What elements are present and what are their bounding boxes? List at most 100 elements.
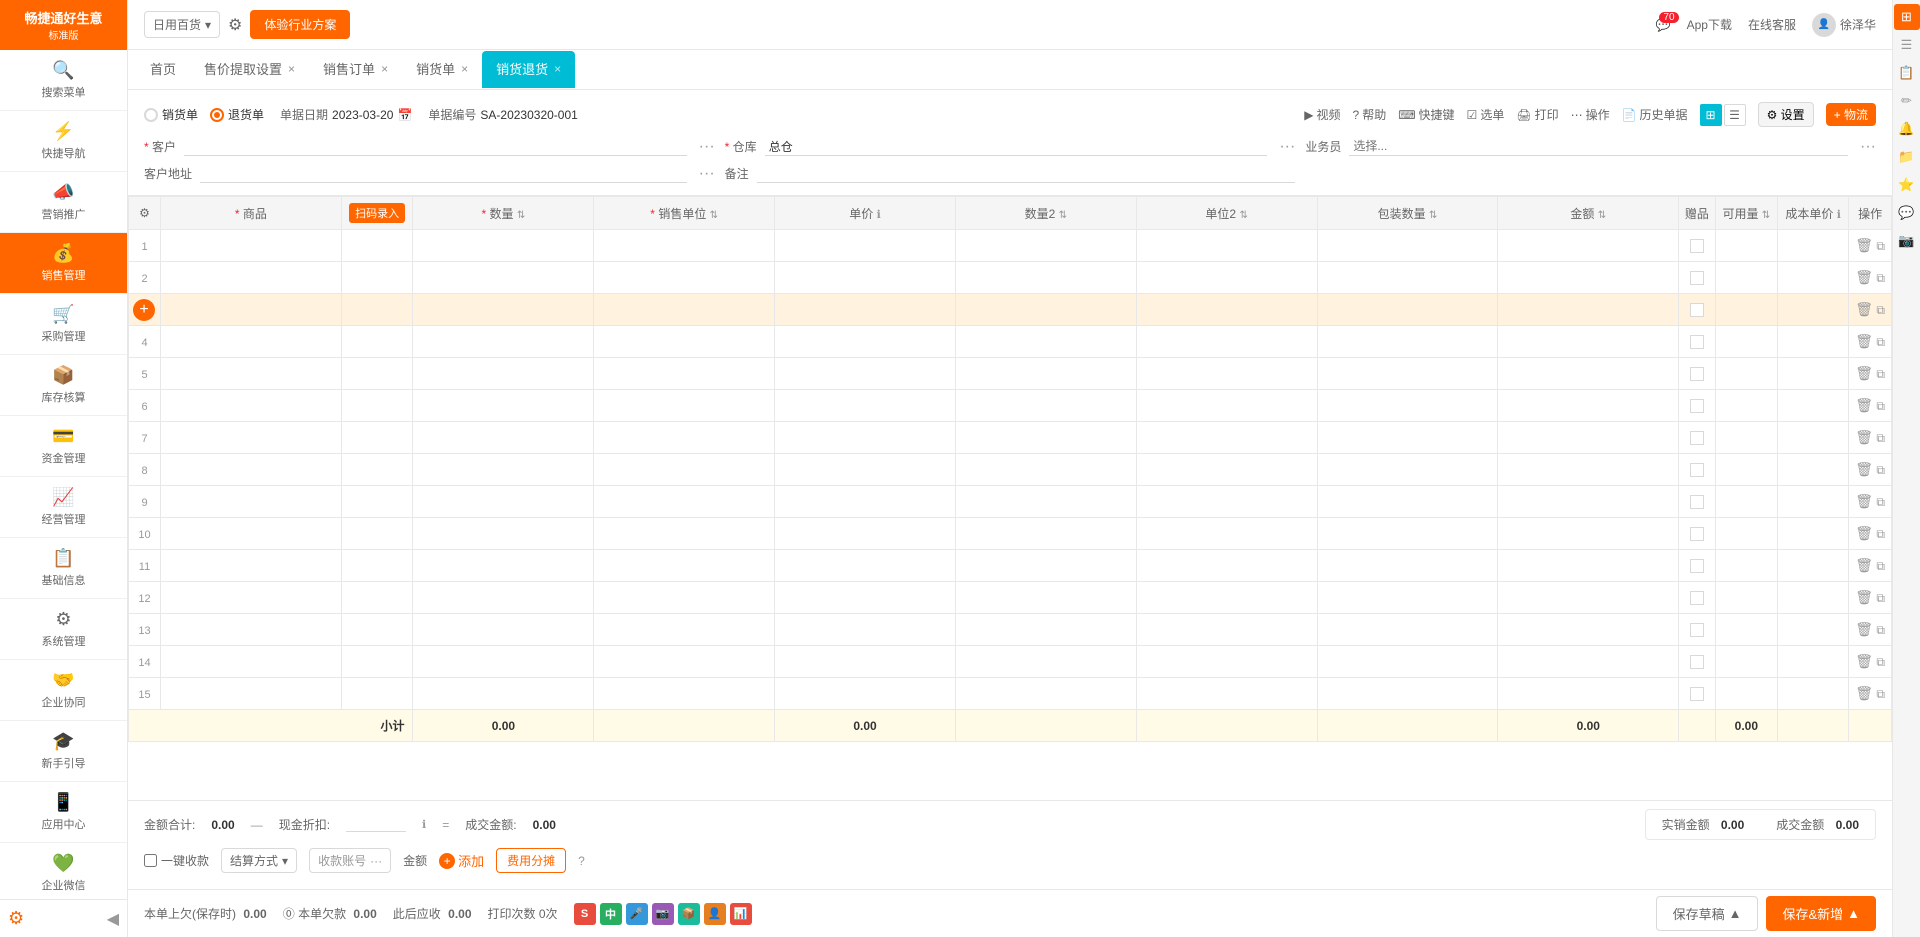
unit-input-13[interactable] [598, 623, 770, 637]
pack-input-4[interactable] [1322, 335, 1494, 349]
copy-row-7[interactable]: ⧉ [1876, 431, 1885, 446]
remark-input[interactable] [757, 164, 1296, 183]
price-cell-7[interactable] [775, 422, 956, 454]
product-input-10[interactable] [165, 527, 337, 541]
salesperson-more-icon[interactable]: ··· [1860, 138, 1876, 156]
qty2-input-12[interactable] [960, 591, 1132, 605]
qty2-cell-7[interactable] [955, 422, 1136, 454]
price-cell-12[interactable] [775, 582, 956, 614]
one-key-check-input[interactable] [144, 854, 157, 867]
unit-input-3[interactable] [598, 303, 770, 317]
rp-r2[interactable]: ✏ [1894, 88, 1920, 114]
amount-input-13[interactable] [1502, 623, 1674, 637]
qty2-input-6[interactable] [960, 399, 1132, 413]
list-view-btn[interactable]: ☰ [1724, 104, 1746, 126]
pack-cell-7[interactable] [1317, 422, 1498, 454]
avail-sort-icon[interactable]: ⇅ [1762, 210, 1770, 221]
tab-home[interactable]: 首页 [136, 51, 190, 88]
gift-checkbox-5[interactable] [1690, 367, 1704, 381]
pack-input-6[interactable] [1322, 399, 1494, 413]
price-cell-11[interactable] [775, 550, 956, 582]
gift-checkbox-6[interactable] [1690, 399, 1704, 413]
sidebar-item-marketing[interactable]: 📣营销推广 [0, 172, 127, 233]
unit2-input-14[interactable] [1141, 655, 1313, 669]
gift-cell-15[interactable] [1679, 678, 1715, 710]
copy-row-14[interactable]: ⧉ [1876, 655, 1885, 670]
product-cell-2[interactable] [161, 262, 342, 294]
gift-checkbox-14[interactable] [1690, 655, 1704, 669]
amount-input-15[interactable] [1502, 687, 1674, 701]
qty-cell-11[interactable] [413, 550, 594, 582]
unit2-input-6[interactable] [1141, 399, 1313, 413]
qty-input-1[interactable] [417, 239, 589, 253]
price-input-10[interactable] [779, 527, 951, 541]
qty2-input-10[interactable] [960, 527, 1132, 541]
delete-row-8[interactable]: 🗑 [1855, 461, 1873, 478]
qty-cell-3[interactable] [413, 294, 594, 326]
product-cell-10[interactable] [161, 518, 342, 550]
amount-input-12[interactable] [1502, 591, 1674, 605]
amount-input-1[interactable] [1502, 239, 1674, 253]
amount-input-14[interactable] [1502, 655, 1674, 669]
pack-input-1[interactable] [1322, 239, 1494, 253]
unit-cell-15[interactable] [594, 678, 775, 710]
cost-info-icon[interactable]: ℹ [1837, 209, 1841, 221]
rp-r3[interactable]: 🔔 [1894, 116, 1920, 142]
qty-input-7[interactable] [417, 431, 589, 445]
tab-close-sale-price[interactable]: × [288, 62, 295, 76]
unit2-input-2[interactable] [1141, 271, 1313, 285]
product-cell-5[interactable] [161, 358, 342, 390]
copy-row-6[interactable]: ⧉ [1876, 399, 1885, 414]
fee-split-help-icon[interactable]: ? [578, 854, 585, 868]
unit2-input-7[interactable] [1141, 431, 1313, 445]
sidebar-item-system[interactable]: ⚙系统管理 [0, 599, 127, 660]
tab-close-sale-return[interactable]: × [554, 62, 561, 76]
pack-cell-1[interactable] [1317, 230, 1498, 262]
copy-row-5[interactable]: ⧉ [1876, 367, 1885, 382]
product-input-14[interactable] [165, 655, 337, 669]
copy-row-2[interactable]: ⧉ [1876, 271, 1885, 286]
amount-cell-10[interactable] [1498, 518, 1679, 550]
gift-checkbox-15[interactable] [1690, 687, 1704, 701]
unit-input-8[interactable] [598, 463, 770, 477]
calendar-icon[interactable]: 📅 [397, 108, 412, 122]
qty-cell-4[interactable] [413, 326, 594, 358]
qty2-cell-4[interactable] [955, 326, 1136, 358]
grid-view-btn[interactable]: ⊞ [1700, 104, 1722, 126]
price-cell-15[interactable] [775, 678, 956, 710]
pack-input-9[interactable] [1322, 495, 1494, 509]
account-field[interactable]: 收款账号 ··· [309, 848, 391, 873]
gift-checkbox-12[interactable] [1690, 591, 1704, 605]
pack-cell-15[interactable] [1317, 678, 1498, 710]
pack-cell-5[interactable] [1317, 358, 1498, 390]
tab-close-sale-deliver[interactable]: × [461, 62, 468, 76]
pack-cell-4[interactable] [1317, 326, 1498, 358]
unit-input-6[interactable] [598, 399, 770, 413]
gift-checkbox-4[interactable] [1690, 335, 1704, 349]
price-cell-2[interactable] [775, 262, 956, 294]
pack-input-7[interactable] [1322, 431, 1494, 445]
amount-cell-14[interactable] [1498, 646, 1679, 678]
unit2-input-5[interactable] [1141, 367, 1313, 381]
delete-row-9[interactable]: 🗑 [1855, 493, 1873, 510]
pack-input-5[interactable] [1322, 367, 1494, 381]
sidebar-item-shortcuts[interactable]: ⚡快捷导航 [0, 111, 127, 172]
price-input-13[interactable] [779, 623, 951, 637]
unit-cell-1[interactable] [594, 230, 775, 262]
pack-input-10[interactable] [1322, 527, 1494, 541]
print-action[interactable]: 🖨 打印 [1516, 106, 1558, 123]
pack-cell-3[interactable] [1317, 294, 1498, 326]
unit2-cell-9[interactable] [1136, 486, 1317, 518]
gift-cell-11[interactable] [1679, 550, 1715, 582]
qty-cell-12[interactable] [413, 582, 594, 614]
price-input-12[interactable] [779, 591, 951, 605]
setting-button[interactable]: ⚙ 设置 [1758, 102, 1814, 127]
unit2-cell-7[interactable] [1136, 422, 1317, 454]
address-input[interactable] [200, 164, 687, 183]
copy-row-11[interactable]: ⧉ [1876, 559, 1885, 574]
rp-list-view[interactable]: ☰ [1894, 32, 1920, 58]
sidebar-item-enterprise[interactable]: 🤝企业协同 [0, 660, 127, 721]
delete-row-12[interactable]: 🗑 [1855, 589, 1873, 606]
delete-row-6[interactable]: 🗑 [1855, 397, 1873, 414]
amount-cell-4[interactable] [1498, 326, 1679, 358]
